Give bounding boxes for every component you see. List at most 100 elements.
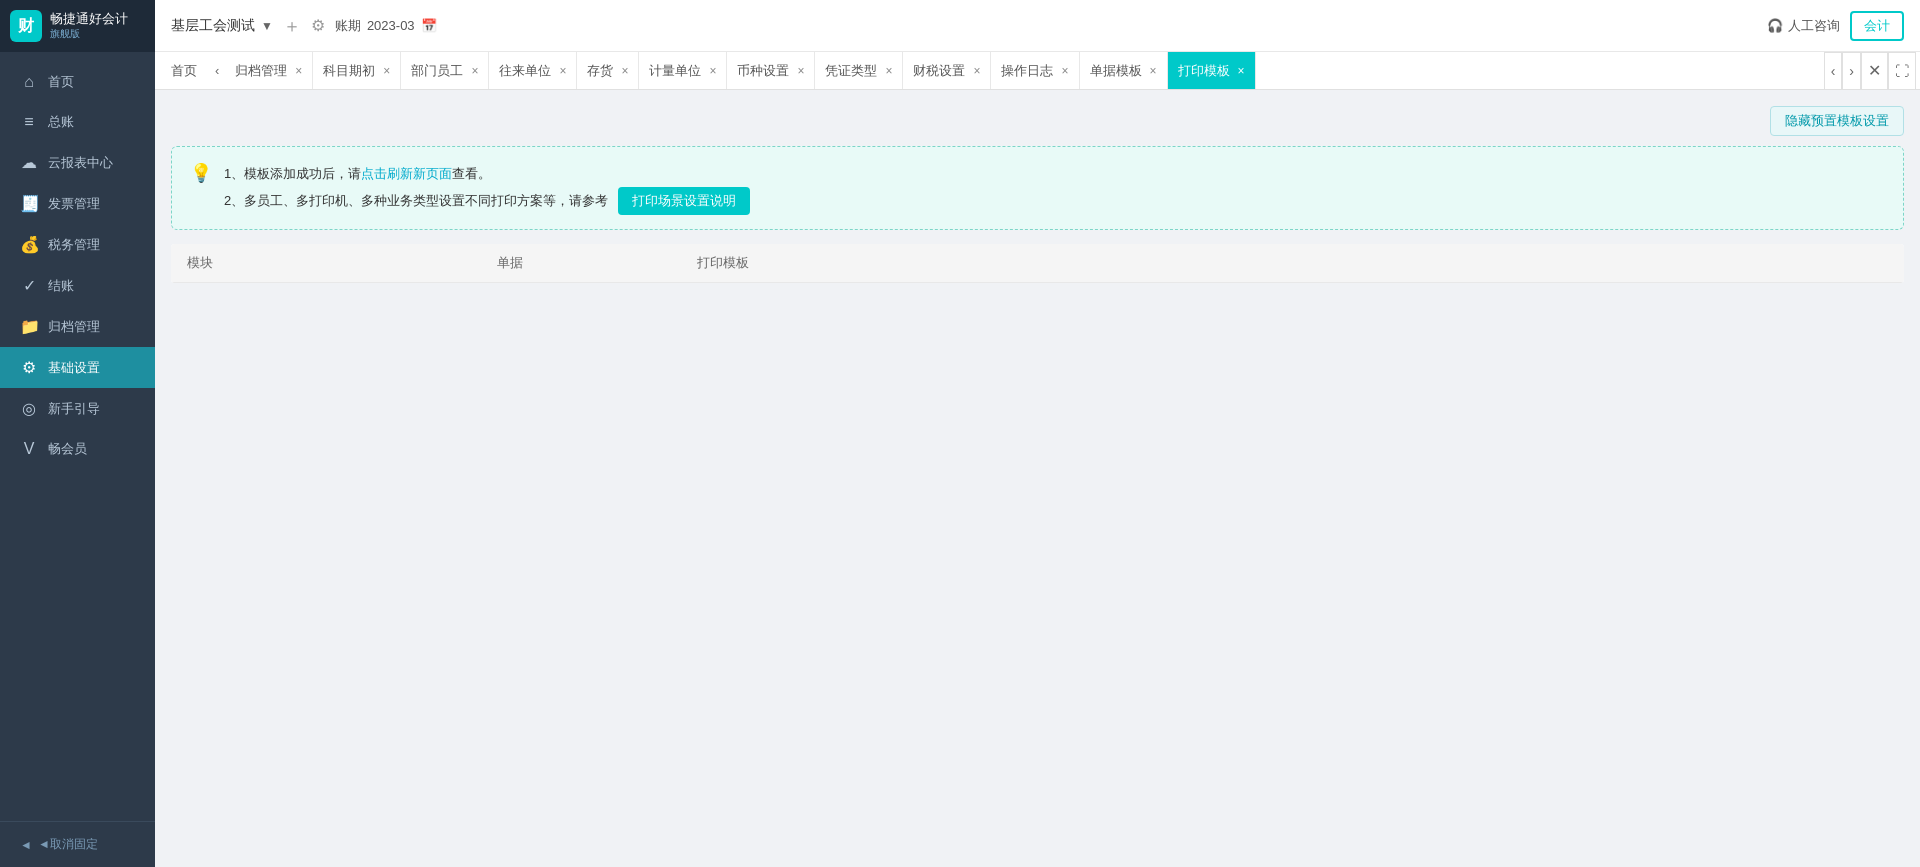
sidebar-item-tax[interactable]: 💰 税务管理 (0, 224, 155, 265)
sidebar-item-reports[interactable]: ☁ 云报表中心 (0, 142, 155, 183)
sidebar-item-label: 发票管理 (48, 195, 100, 213)
tab-prev-button[interactable]: ‹ (1824, 52, 1843, 90)
top-bar-left: 基层工会测试 ▼ ＋ ⚙ 账期 2023-03 📅 (171, 14, 437, 38)
sidebar-item-label: 畅会员 (48, 440, 87, 458)
tab-close-dept-staff[interactable]: × (471, 64, 478, 78)
tab-back-arrow[interactable]: ‹ (209, 52, 225, 90)
sidebar-item-label: 首页 (48, 73, 74, 91)
sidebar-logo: 财 畅捷通好会计 旗舰版 (0, 0, 155, 52)
sidebar-item-guide[interactable]: ◎ 新手引导 (0, 388, 155, 429)
tab-close-print-template[interactable]: × (1238, 64, 1245, 78)
sidebar: 财 畅捷通好会计 旗舰版 ⌂ 首页 ≡ 总账 ☁ 云报表中心 🧾 发票管理 💰 … (0, 0, 155, 867)
hide-preview-button[interactable]: 隐藏预置模板设置 (1770, 106, 1904, 136)
sidebar-unpin-button[interactable]: ◄ ◄取消固定 (0, 821, 155, 867)
tab-tax-settings[interactable]: 财税设置 × (903, 52, 991, 90)
sidebar-nav: ⌂ 首页 ≡ 总账 ☁ 云报表中心 🧾 发票管理 💰 税务管理 ✓ 结账 📁 归… (0, 52, 155, 821)
hide-preview-container: 隐藏预置模板设置 (171, 106, 1904, 136)
tab-expand-button[interactable]: ⛶ (1888, 52, 1916, 90)
tab-currency[interactable]: 币种设置 × (727, 52, 815, 90)
period-label: 账期 (335, 17, 361, 35)
scene-settings-button[interactable]: 打印场景设置说明 (618, 187, 750, 215)
company-selector[interactable]: 基层工会测试 ▼ (171, 17, 273, 35)
period-info: 账期 2023-03 📅 (335, 17, 437, 35)
sidebar-item-label: 结账 (48, 277, 74, 295)
info-line2: 2、多员工、多打印机、多种业务类型设置不同打印方案等，请参考 打印场景设置说明 (224, 187, 750, 215)
calendar-icon[interactable]: 📅 (421, 18, 437, 33)
top-bar-right: 🎧 人工咨询 会计 (1767, 11, 1904, 41)
member-icon: V (20, 440, 38, 458)
tab-next-button[interactable]: › (1842, 52, 1861, 90)
tab-counterpart[interactable]: 往来单位 × (489, 52, 577, 90)
tab-close-all-button[interactable]: ✕ (1861, 52, 1888, 90)
tab-dept-staff[interactable]: 部门员工 × (401, 52, 489, 90)
tab-print-template[interactable]: 打印模板 × (1168, 52, 1256, 90)
company-name: 基层工会测试 (171, 17, 255, 35)
archive-icon: 📁 (20, 317, 38, 336)
main-area: 基层工会测试 ▼ ＋ ⚙ 账期 2023-03 📅 🎧 人工咨询 会计 首页 (155, 0, 1920, 867)
sidebar-item-label: 云报表中心 (48, 154, 113, 172)
gear-icon[interactable]: ⚙ (311, 16, 325, 35)
home-icon: ⌂ (20, 73, 38, 91)
tax-icon: 💰 (20, 235, 38, 254)
settings-icon: ⚙ (20, 358, 38, 377)
tab-close-single-template[interactable]: × (1150, 64, 1157, 78)
company-dropdown-arrow[interactable]: ▼ (261, 19, 273, 33)
period-value: 2023-03 (367, 18, 415, 33)
invoice-icon: 🧾 (20, 194, 38, 213)
tab-close-subject-init[interactable]: × (383, 64, 390, 78)
tab-inventory[interactable]: 存货 × (577, 52, 639, 90)
sidebar-item-label: 总账 (48, 113, 74, 131)
app-name: 畅捷通好会计 (50, 11, 128, 28)
tab-home[interactable]: 首页 (159, 52, 209, 90)
table-header-row: 模块 单据 打印模板 (171, 244, 1904, 283)
info-box: 💡 1、模板添加成功后，请点击刷新新页面查看。 2、多员工、多打印机、多种业务类… (171, 146, 1904, 230)
sidebar-item-archive[interactable]: 📁 归档管理 (0, 306, 155, 347)
sidebar-item-label: 归档管理 (48, 318, 100, 336)
headset-icon: 🎧 (1767, 18, 1783, 33)
tab-close-voucher-type[interactable]: × (885, 64, 892, 78)
app-logo-icon: 财 (10, 10, 42, 42)
col-voucher: 单据 (481, 244, 681, 283)
top-bar: 基层工会测试 ▼ ＋ ⚙ 账期 2023-03 📅 🎧 人工咨询 会计 (155, 0, 1920, 52)
tab-close-counterpart[interactable]: × (559, 64, 566, 78)
account-button[interactable]: 会计 (1850, 11, 1904, 41)
info-line1: 1、模板添加成功后，请点击刷新新页面查看。 (224, 161, 750, 187)
sidebar-item-home[interactable]: ⌂ 首页 (0, 62, 155, 102)
col-print-template: 打印模板 (681, 244, 1904, 283)
checkout-icon: ✓ (20, 276, 38, 295)
sidebar-item-ledger[interactable]: ≡ 总账 (0, 102, 155, 142)
content-area: 隐藏预置模板设置 💡 1、模板添加成功后，请点击刷新新页面查看。 2、多员工、多… (155, 90, 1920, 867)
tab-close-currency[interactable]: × (797, 64, 804, 78)
tab-unit[interactable]: 计量单位 × (639, 52, 727, 90)
support-button[interactable]: 🎧 人工咨询 (1767, 17, 1840, 35)
table-header: 模块 单据 打印模板 (171, 244, 1904, 283)
info-text: 1、模板添加成功后，请点击刷新新页面查看。 2、多员工、多打印机、多种业务类型设… (224, 161, 750, 215)
tab-operation-log[interactable]: 操作日志 × (991, 52, 1079, 90)
support-label: 人工咨询 (1788, 17, 1840, 35)
sidebar-item-settings[interactable]: ⚙ 基础设置 (0, 347, 155, 388)
sidebar-item-label: 税务管理 (48, 236, 100, 254)
tab-close-tax-settings[interactable]: × (973, 64, 980, 78)
bulb-icon: 💡 (190, 162, 212, 184)
refresh-link[interactable]: 点击刷新新页面 (361, 166, 452, 181)
print-template-table: 模块 单据 打印模板 (171, 244, 1904, 283)
guide-icon: ◎ (20, 399, 38, 418)
tab-voucher-type[interactable]: 凭证类型 × (815, 52, 903, 90)
tab-close-operation-log[interactable]: × (1061, 64, 1068, 78)
sidebar-item-label: 基础设置 (48, 359, 100, 377)
tab-close-inventory[interactable]: × (621, 64, 628, 78)
tab-archive-mgmt[interactable]: 归档管理 × (225, 52, 313, 90)
reports-icon: ☁ (20, 153, 38, 172)
col-module: 模块 (171, 244, 481, 283)
sidebar-item-checkout[interactable]: ✓ 结账 (0, 265, 155, 306)
tab-single-template[interactable]: 单据模板 × (1080, 52, 1168, 90)
tab-close-archive-mgmt[interactable]: × (295, 64, 302, 78)
sidebar-item-invoice[interactable]: 🧾 发票管理 (0, 183, 155, 224)
unpin-icon: ◄ (20, 838, 32, 852)
sidebar-item-member[interactable]: V 畅会员 (0, 429, 155, 469)
tab-subject-init[interactable]: 科目期初 × (313, 52, 401, 90)
add-button[interactable]: ＋ (283, 14, 301, 38)
tab-close-unit[interactable]: × (709, 64, 716, 78)
tab-bar: 首页 ‹ 归档管理 × 科目期初 × 部门员工 × 往来单位 × 存货 × 计量… (155, 52, 1920, 90)
sidebar-item-label: 新手引导 (48, 400, 100, 418)
